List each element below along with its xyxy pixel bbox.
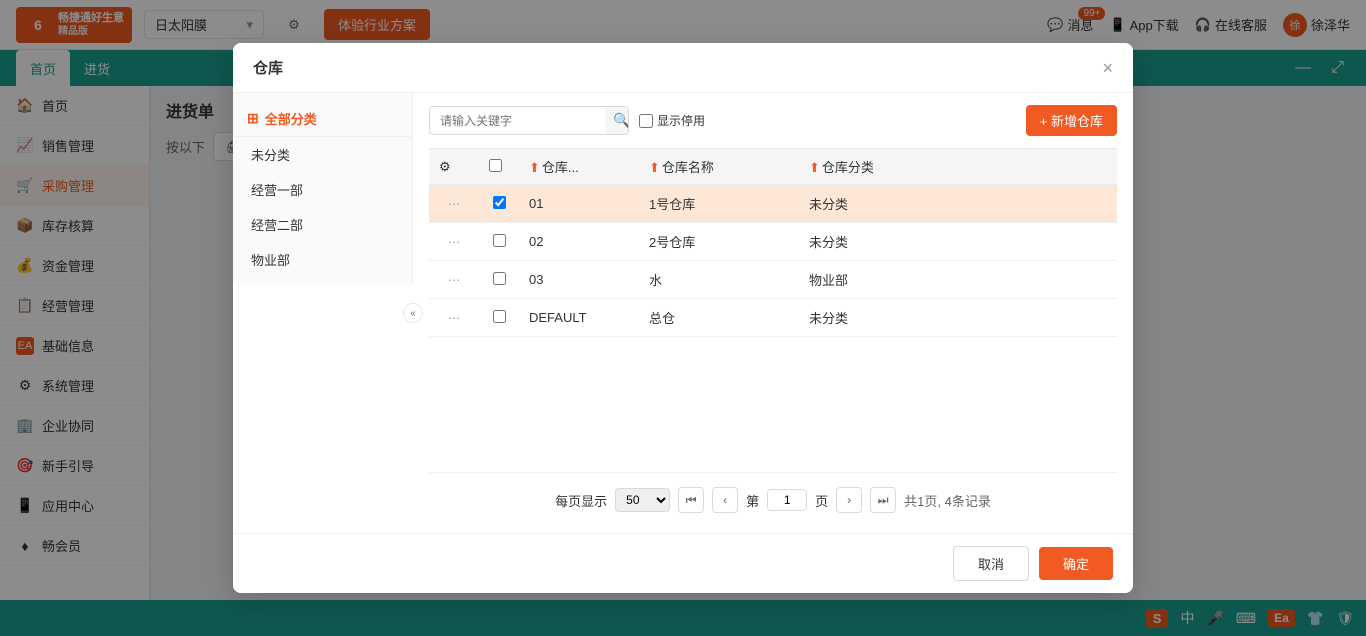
row-checkbox-cell: [479, 223, 519, 261]
modal-footer: 取消 确定: [233, 533, 1133, 593]
table-row[interactable]: ··· 01 1号仓库 未分类: [429, 185, 1117, 223]
row-checkbox-cell: [479, 185, 519, 223]
warehouse-table: ⚙ ⬆仓库... ⬆仓库名称: [429, 148, 1117, 337]
category-item-property[interactable]: 物业部: [233, 242, 412, 277]
page-first-btn[interactable]: ⏮: [678, 487, 704, 513]
modal-body: ⊞ 全部分类 未分类 经营一部 经营二部 物业部 « 🔍: [233, 93, 1133, 533]
row-more-icon[interactable]: ···: [448, 310, 461, 325]
row-name-cell: 水: [639, 261, 799, 299]
page-number-input[interactable]: [767, 489, 807, 511]
per-page-label: 每页显示: [555, 491, 607, 510]
row-more-icon[interactable]: ···: [448, 272, 461, 287]
row-checkbox[interactable]: [493, 196, 506, 209]
col-header-category[interactable]: ⬆仓库分类: [799, 149, 1117, 185]
category-sidebar: ⊞ 全部分类 未分类 经营一部 经营二部 物业部: [233, 93, 413, 285]
row-checkbox[interactable]: [493, 272, 506, 285]
row-name-cell: 总仓: [639, 299, 799, 337]
show-disabled-checkbox[interactable]: [639, 114, 653, 128]
table-toolbar: 🔍 显示停用 + 新增仓库: [429, 105, 1117, 136]
confirm-button[interactable]: 确定: [1039, 547, 1113, 580]
row-code-cell: 01: [519, 185, 639, 223]
row-category-cell: 未分类: [799, 223, 1117, 261]
modal-close-btn[interactable]: ×: [1102, 59, 1113, 77]
page-suffix: 页: [815, 491, 828, 510]
modal-title: 仓库: [253, 57, 283, 78]
category-item-uncategorized[interactable]: 未分类: [233, 137, 412, 172]
category-collapse-btn[interactable]: «: [403, 303, 423, 323]
select-all-checkbox[interactable]: [489, 159, 502, 172]
page-next-btn[interactable]: ›: [836, 487, 862, 513]
row-checkbox[interactable]: [493, 310, 506, 323]
cancel-button[interactable]: 取消: [953, 546, 1029, 581]
page-last-btn[interactable]: ⏭: [870, 487, 896, 513]
add-warehouse-btn[interactable]: + 新增仓库: [1026, 105, 1117, 136]
table-row[interactable]: ··· 02 2号仓库 未分类: [429, 223, 1117, 261]
table-row[interactable]: ··· DEFAULT 总仓 未分类: [429, 299, 1117, 337]
category-sidebar-wrap: ⊞ 全部分类 未分类 经营一部 经营二部 物业部 «: [233, 93, 413, 533]
row-category-cell: 未分类: [799, 185, 1117, 223]
modal-warehouse: 仓库 × ⊞ 全部分类 未分类 经营一部 经营二部 物业部 «: [233, 43, 1133, 593]
row-actions-cell: ···: [429, 299, 479, 337]
row-actions-cell: ···: [429, 261, 479, 299]
row-checkbox-cell: [479, 261, 519, 299]
search-btn[interactable]: 🔍: [605, 107, 629, 134]
all-categories-btn[interactable]: ⊞ 全部分类: [233, 101, 412, 137]
row-code-cell: 03: [519, 261, 639, 299]
page-label: 第: [746, 491, 759, 510]
modal-overlay: 仓库 × ⊞ 全部分类 未分类 经营一部 经营二部 物业部 «: [0, 0, 1366, 636]
sort-icon-name: ⬆: [649, 160, 660, 175]
row-code-cell: DEFAULT: [519, 299, 639, 337]
sort-icon-cat: ⬆: [809, 160, 820, 175]
row-actions-cell: ···: [429, 185, 479, 223]
search-input[interactable]: [430, 109, 605, 133]
sort-icon-code: ⬆: [529, 160, 540, 175]
search-input-wrap: 🔍: [429, 106, 629, 135]
show-disabled-label[interactable]: 显示停用: [639, 112, 705, 129]
per-page-select[interactable]: 50 20 100: [615, 488, 670, 512]
page-prev-btn[interactable]: ‹: [712, 487, 738, 513]
page-total: 共1页, 4条记录: [904, 491, 991, 510]
row-code-cell: 02: [519, 223, 639, 261]
row-category-cell: 未分类: [799, 299, 1117, 337]
row-more-icon[interactable]: ···: [448, 196, 461, 211]
col-header-gear: ⚙: [429, 149, 479, 185]
row-checkbox-cell: [479, 299, 519, 337]
modal-header: 仓库 ×: [233, 43, 1133, 93]
col-header-name[interactable]: ⬆仓库名称: [639, 149, 799, 185]
row-checkbox[interactable]: [493, 234, 506, 247]
row-actions-cell: ···: [429, 223, 479, 261]
category-item-ops1[interactable]: 经营一部: [233, 172, 412, 207]
grid-icon: ⊞: [247, 110, 259, 127]
col-header-checkbox: [479, 149, 519, 185]
row-category-cell: 物业部: [799, 261, 1117, 299]
pagination: 每页显示 50 20 100 ⏮ ‹ 第 页 › ⏭ 共1页, 4条记录: [429, 472, 1117, 521]
table-row[interactable]: ··· 03 水 物业部: [429, 261, 1117, 299]
category-item-ops2[interactable]: 经营二部: [233, 207, 412, 242]
col-header-code[interactable]: ⬆仓库...: [519, 149, 639, 185]
gear-col-icon: ⚙: [439, 159, 451, 174]
table-area: 🔍 显示停用 + 新增仓库 ⚙: [413, 93, 1133, 533]
row-name-cell: 2号仓库: [639, 223, 799, 261]
row-name-cell: 1号仓库: [639, 185, 799, 223]
row-more-icon[interactable]: ···: [448, 234, 461, 249]
